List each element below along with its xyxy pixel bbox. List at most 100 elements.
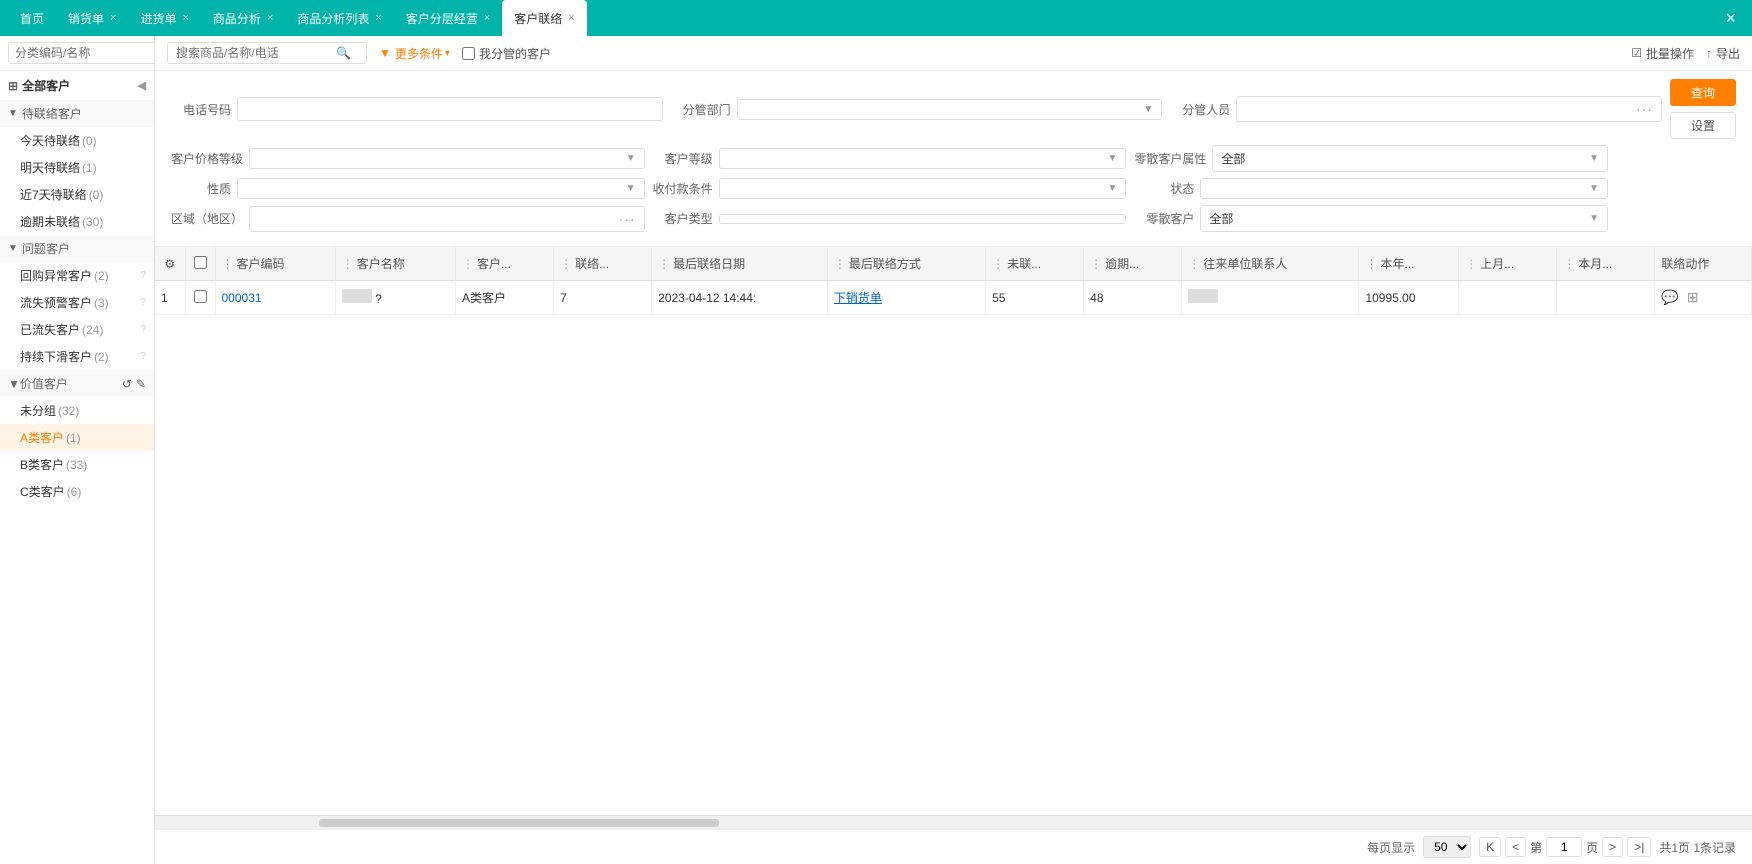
sidebar-item-class-b[interactable]: B类客户 (33) bbox=[0, 451, 154, 478]
nav-customer-contact[interactable]: 客户联络 × bbox=[502, 0, 586, 36]
table-settings-col[interactable]: ⚙ bbox=[155, 247, 185, 281]
edit-icon[interactable]: ✎ bbox=[136, 377, 146, 391]
filter-retail-select[interactable]: 全部 ▼ bbox=[1200, 205, 1608, 232]
sidebar-all-customers[interactable]: ⊞ 全部客户 ◀ bbox=[0, 71, 154, 100]
col-unit-contact: ⋮ 往来单位联系人 bbox=[1182, 247, 1359, 281]
arrow-down-icon-3: ▼ bbox=[8, 377, 20, 391]
filter-region-select[interactable]: ··· bbox=[249, 206, 645, 232]
sidebar-item-class-c[interactable]: C类客户 (6) bbox=[0, 478, 154, 505]
row-checkbox[interactable] bbox=[194, 290, 207, 303]
filter-bar: 🔍 ▼ 更多条件 ▾ 我分管的客户 ☑ 批量操作 ↑ 导出 bbox=[155, 36, 1752, 71]
my-customers-checkbox[interactable] bbox=[462, 47, 475, 60]
settings-button[interactable]: 设置 bbox=[1670, 112, 1736, 139]
filter-price-level-select[interactable]: ▼ bbox=[249, 148, 645, 169]
sidebar-search-input[interactable] bbox=[8, 42, 155, 64]
page-prev-button[interactable]: < bbox=[1505, 837, 1526, 857]
customer-table: ⚙ ⋮ 客户编码 ⋮ bbox=[155, 247, 1752, 315]
export-button[interactable]: ↑ 导出 bbox=[1706, 45, 1740, 62]
help-icon-3[interactable]: ? bbox=[140, 324, 146, 335]
row-unlisted: 55 bbox=[986, 281, 1084, 315]
sort-icon-overdue: ⋮ bbox=[1090, 257, 1102, 271]
row-last-contact-method[interactable]: 下销货单 bbox=[827, 281, 985, 315]
table-select-all-col bbox=[185, 247, 215, 281]
page-navigation: K < 第 页 > >| bbox=[1479, 837, 1651, 857]
close-product-analysis[interactable]: × bbox=[267, 12, 273, 24]
page-size-select[interactable]: 50 bbox=[1423, 836, 1471, 858]
filter-phone-input[interactable] bbox=[237, 97, 663, 121]
main-layout: 🔍 ⊞ 全部客户 ◀ ▼ 待联络客户 今天待联络 (0) 明天待联络 (1) 近… bbox=[0, 36, 1752, 864]
sidebar-item-today-pending[interactable]: 今天待联络 (0) bbox=[0, 127, 154, 154]
sort-icon-contact: ⋮ bbox=[560, 257, 572, 271]
page-number-input[interactable] bbox=[1546, 837, 1582, 857]
sidebar-item-class-a[interactable]: A类客户 (1) bbox=[0, 424, 154, 451]
sidebar-item-unclassified[interactable]: 未分组 (32) bbox=[0, 397, 154, 424]
content-area: 🔍 ▼ 更多条件 ▾ 我分管的客户 ☑ 批量操作 ↑ 导出 bbox=[155, 36, 1752, 864]
filter-payment-select[interactable]: ▼ bbox=[719, 178, 1127, 199]
close-customer-segment[interactable]: × bbox=[484, 12, 490, 24]
page-last-button[interactable]: >| bbox=[1627, 837, 1651, 857]
help-icon-1[interactable]: ? bbox=[140, 270, 146, 281]
grid-action-icon[interactable]: ⊞ bbox=[1687, 289, 1699, 306]
help-icon-2[interactable]: ? bbox=[140, 297, 146, 308]
sidebar-item-overdue-pending[interactable]: 逾期未联络 (30) bbox=[0, 208, 154, 235]
sidebar-item-abnormal-repurchase[interactable]: 回购异常客户 (2) ? bbox=[0, 262, 154, 289]
arrow-down-icon: ▼ bbox=[8, 108, 18, 119]
filter-retail-attr-select[interactable]: 全部 ▼ bbox=[1212, 145, 1608, 172]
row-customer-name: ? bbox=[335, 281, 455, 315]
sidebar-item-churn-warning[interactable]: 流失预警客户 (3) ? bbox=[0, 289, 154, 316]
page-next-button[interactable]: > bbox=[1602, 837, 1623, 857]
problem-customers-section[interactable]: ▼ 问题客户 bbox=[0, 235, 154, 262]
nav-product-analysis-list[interactable]: 商品分析列表 × bbox=[285, 0, 393, 36]
batch-ops-button[interactable]: ☑ 批量操作 bbox=[1631, 45, 1694, 62]
value-customers-section[interactable]: ▼ 价值客户 ↺ ✎ bbox=[0, 370, 154, 397]
filter-customer-level-select[interactable]: ▼ bbox=[719, 148, 1127, 169]
chat-icon[interactable]: 💬 bbox=[1661, 289, 1678, 306]
table-settings-icon[interactable]: ⚙ bbox=[164, 257, 175, 271]
footer-pagination: 每页显示 50 K < 第 页 > >| 共1页 1条记录 bbox=[155, 829, 1752, 864]
nav-sales-order[interactable]: 销货单 × bbox=[56, 0, 128, 36]
my-customers-checkbox-area: 我分管的客户 bbox=[462, 45, 551, 62]
filter-customer-type-select[interactable] bbox=[719, 214, 1127, 224]
more-conditions-button[interactable]: ▼ 更多条件 ▾ bbox=[379, 45, 450, 62]
sort-icon-last-date: ⋮ bbox=[658, 257, 670, 271]
status-arrow: ▼ bbox=[1589, 183, 1599, 194]
filter-search-icon[interactable]: 🔍 bbox=[336, 46, 351, 60]
refresh-icon[interactable]: ↺ bbox=[122, 377, 132, 391]
col-customer-code: ⋮ 客户编码 bbox=[215, 247, 335, 281]
close-product-analysis-list[interactable]: × bbox=[375, 12, 381, 24]
close-customer-contact[interactable]: × bbox=[568, 12, 574, 24]
nav-purchase-order[interactable]: 进货单 × bbox=[128, 0, 200, 36]
sidebar-item-churned[interactable]: 已流失客户 (24) ? bbox=[0, 316, 154, 343]
page-first-button[interactable]: K bbox=[1479, 837, 1501, 857]
region-dots: ··· bbox=[619, 211, 636, 227]
sidebar-item-tomorrow-pending[interactable]: 明天待联络 (1) bbox=[0, 154, 154, 181]
pending-contact-section[interactable]: ▼ 待联络客户 bbox=[0, 100, 154, 127]
row-customer-code[interactable]: 000031 bbox=[215, 281, 335, 315]
filter-status-select[interactable]: ▼ bbox=[1200, 178, 1608, 199]
nav-product-analysis[interactable]: 商品分析 × bbox=[201, 0, 285, 36]
dept-select-arrow: ▼ bbox=[1143, 104, 1153, 115]
filter-manager-select[interactable]: ··· bbox=[1236, 96, 1662, 122]
row-last-month bbox=[1459, 281, 1557, 315]
close-sales-order[interactable]: × bbox=[110, 12, 116, 24]
retail-attr-arrow: ▼ bbox=[1589, 153, 1599, 164]
query-button[interactable]: 查询 bbox=[1670, 79, 1736, 106]
window-close-button[interactable]: × bbox=[1717, 8, 1744, 29]
arrow-down-icon-2: ▼ bbox=[8, 243, 18, 254]
close-purchase-order[interactable]: × bbox=[182, 12, 188, 24]
row-current-year: 10995.00 bbox=[1359, 281, 1459, 315]
select-all-checkbox[interactable] bbox=[194, 256, 207, 269]
filter-nature-select[interactable]: ▼ bbox=[237, 178, 645, 199]
collapse-icon[interactable]: ◀ bbox=[138, 79, 146, 92]
sidebar-item-7days-pending[interactable]: 近7天待联络 (0) bbox=[0, 181, 154, 208]
horizontal-scrollbar[interactable] bbox=[155, 815, 1752, 829]
scroll-thumb[interactable] bbox=[319, 819, 719, 827]
row-checkbox-cell bbox=[185, 281, 215, 315]
sidebar-item-declining[interactable]: 持续下滑客户 (2) ? bbox=[0, 343, 154, 370]
nav-home[interactable]: 首页 bbox=[8, 0, 56, 36]
help-icon-4[interactable]: ? bbox=[140, 351, 146, 362]
nav-customer-segment[interactable]: 客户分层经营 × bbox=[394, 0, 502, 36]
filter-dept-select[interactable]: ▼ bbox=[737, 99, 1163, 120]
filter-payment-field: 收付款条件 ▼ bbox=[653, 178, 1127, 199]
filter-search-input[interactable] bbox=[176, 46, 336, 60]
